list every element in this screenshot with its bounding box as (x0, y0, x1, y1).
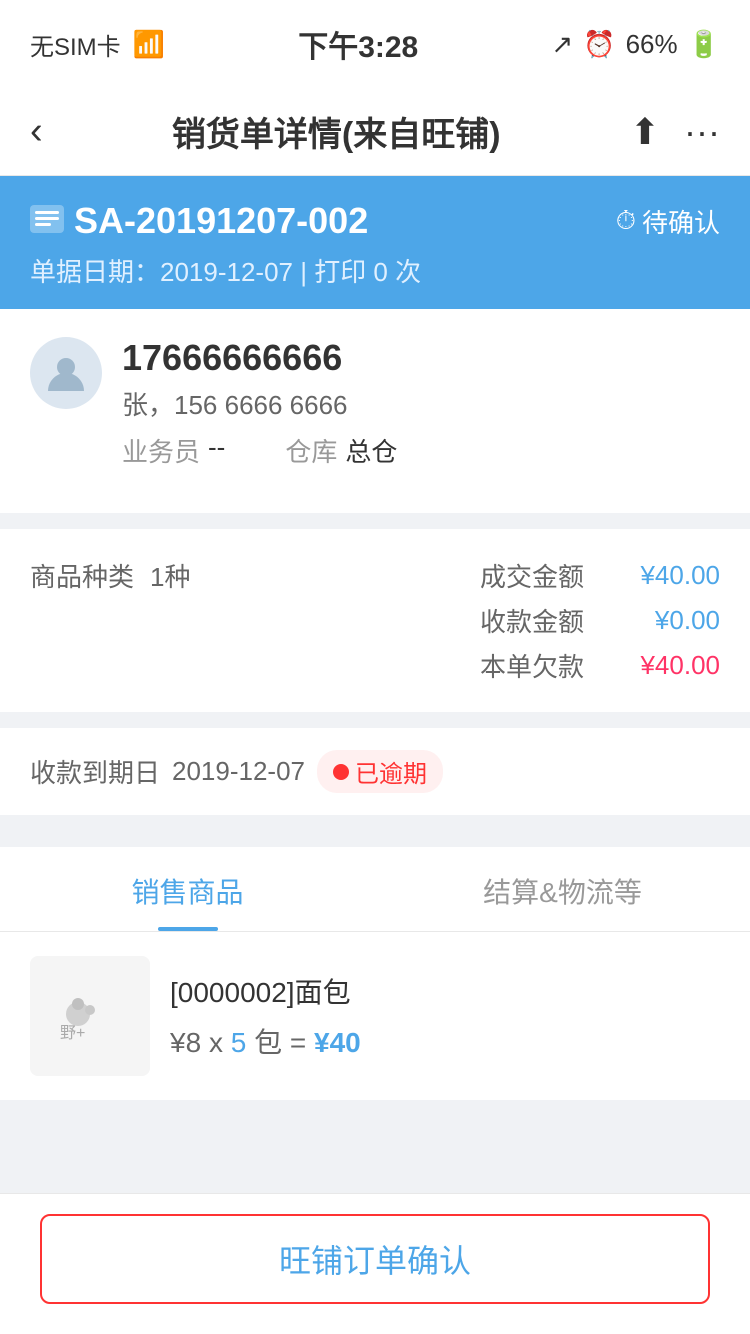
item-count: 商品种类 1种 (30, 557, 190, 594)
time-display: 下午3:28 (298, 22, 418, 66)
product-price-line: ¥8 x 5 包 = ¥40 (170, 1021, 720, 1061)
status-bar: 无SIM卡 📶 下午3:28 ↗ ⏰ 66% 🔋 (0, 0, 750, 88)
wifi-icon: 📶 (133, 29, 165, 60)
tab-sales-label: 销售商品 (131, 877, 243, 908)
tab-settlement-label: 结算&物流等 (483, 877, 642, 908)
summary-right: 成交金额 ¥40.00 收款金额 ¥0.00 本单欠款 ¥40.00 (444, 557, 720, 684)
warehouse-value: 总仓 (345, 432, 397, 469)
customer-info: 17666666666 张，156 6666 6666 业务员 -- 仓库 总仓 (122, 337, 720, 469)
tabs-section: 销售商品 结算&物流等 (0, 847, 750, 932)
warehouse-label: 仓库 (285, 432, 337, 469)
product-name-text: 面包 (295, 977, 351, 1008)
more-icon[interactable]: ··· (684, 111, 720, 153)
bottom-bar: 旺铺订单确认 (0, 1193, 750, 1334)
tab-settlement[interactable]: 结算&物流等 (375, 847, 750, 931)
debt-label: 本单欠款 (444, 647, 584, 684)
page-title: 销货单详情(来自旺铺) (172, 107, 501, 156)
battery-text: 66% (626, 29, 678, 60)
order-header: SA-20191207-002 ⏱ 待确认 单据日期：2019-12-07 | … (0, 176, 750, 309)
product-unit: 包 (254, 1027, 282, 1058)
sales-label: 业务员 (122, 432, 200, 469)
product-qty: 5 (231, 1027, 247, 1058)
divider-3 (0, 815, 750, 831)
back-button[interactable]: ‹ (30, 110, 43, 153)
tab-sales-products[interactable]: 销售商品 (0, 847, 375, 931)
product-total: ¥40 (314, 1027, 361, 1058)
product-name: [0000002]面包 (170, 971, 720, 1011)
order-status: ⏱ 待确认 (616, 203, 720, 240)
order-id: SA-20191207-002 (30, 200, 368, 242)
equals-sign: = (290, 1027, 314, 1058)
deal-amount-row: 成交金额 ¥40.00 (444, 557, 720, 594)
customer-card: 17666666666 张，156 6666 6666 业务员 -- 仓库 总仓 (0, 309, 750, 513)
overdue-badge: 已逾期 (317, 750, 443, 793)
pay-value: ¥0.00 (600, 605, 720, 636)
divider-1 (0, 513, 750, 529)
product-item: 野+ [0000002]面包 ¥8 x 5 包 = ¥40 (30, 956, 720, 1076)
deal-value: ¥40.00 (600, 560, 720, 591)
divider-2 (0, 712, 750, 728)
order-icon (30, 200, 64, 242)
product-code: [0000002] (170, 977, 295, 1008)
confirm-order-button[interactable]: 旺铺订单确认 (40, 1214, 710, 1304)
multiply-sign: x (209, 1027, 231, 1058)
avatar (30, 337, 102, 409)
alarm-icon: ⏰ (583, 29, 615, 60)
type-value: 1种 (150, 557, 190, 594)
debt-value: ¥40.00 (600, 650, 720, 681)
sales-value: -- (208, 432, 225, 469)
product-info: [0000002]面包 ¥8 x 5 包 = ¥40 (170, 971, 720, 1061)
product-price: ¥8 (170, 1027, 201, 1058)
type-label: 商品种类 (30, 557, 134, 594)
svg-text:野+: 野+ (60, 1024, 85, 1042)
summary-left: 商品种类 1种 (30, 557, 190, 594)
nav-actions: ⬆ ··· (630, 111, 720, 153)
deal-label: 成交金额 (444, 557, 584, 594)
battery-icon: 🔋 (688, 29, 720, 60)
due-date-value: 2019-12-07 (172, 756, 305, 787)
customer-phone: 17666666666 (122, 337, 720, 379)
debt-amount-row: 本单欠款 ¥40.00 (444, 647, 720, 684)
product-thumbnail: 野+ (30, 956, 150, 1076)
overdue-text: 已逾期 (355, 754, 427, 789)
pay-amount-row: 收款金额 ¥0.00 (444, 602, 720, 639)
status-bar-left: 无SIM卡 📶 (30, 27, 165, 62)
status-bar-right: ↗ ⏰ 66% 🔋 (551, 29, 720, 60)
nav-bar: ‹ 销货单详情(来自旺铺) ⬆ ··· (0, 88, 750, 176)
location-icon: ↗ (551, 29, 573, 60)
carrier-text: 无SIM卡 (30, 27, 121, 62)
customer-meta: 业务员 -- 仓库 总仓 (122, 432, 720, 469)
customer-name-phone: 张，156 6666 6666 (122, 385, 720, 422)
due-date-section: 收款到期日 2019-12-07 已逾期 (0, 728, 750, 815)
pay-label: 收款金额 (444, 602, 584, 639)
share-icon[interactable]: ⬆ (630, 111, 660, 153)
summary-section: 商品种类 1种 成交金额 ¥40.00 收款金额 ¥0.00 本单欠款 ¥40.… (0, 529, 750, 712)
due-date-label: 收款到期日 (30, 753, 160, 790)
product-section: 野+ [0000002]面包 ¥8 x 5 包 = ¥40 (0, 932, 750, 1100)
status-clock-icon: ⏱ (616, 205, 636, 237)
order-date-line: 单据日期：2019-12-07 | 打印 0 次 (30, 252, 720, 289)
overdue-dot-icon (333, 764, 349, 780)
